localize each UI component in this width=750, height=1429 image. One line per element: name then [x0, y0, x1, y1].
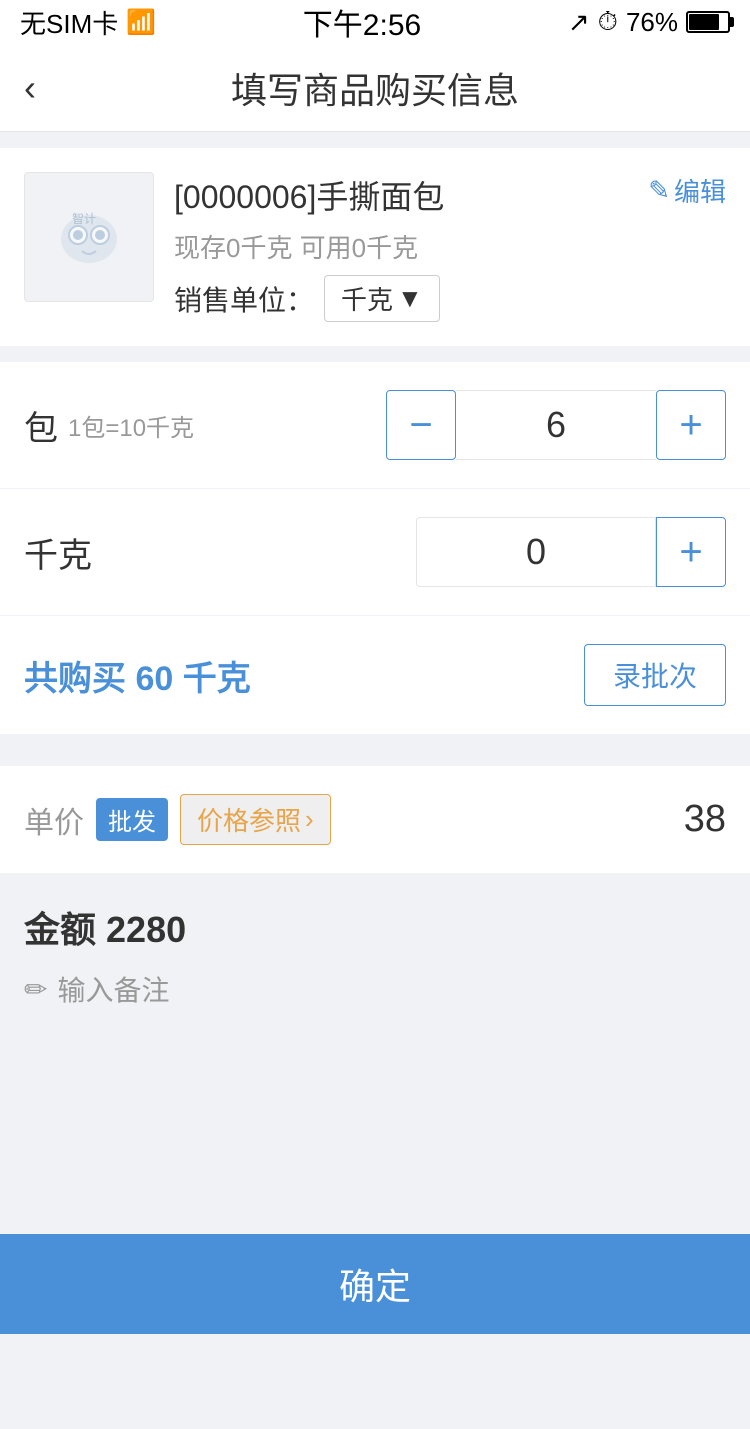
price-section: 单价 批发 价格参照 › 38: [0, 766, 750, 873]
remark-label: 输入备注: [57, 969, 169, 1009]
amount-value: 2280: [106, 909, 186, 950]
unit-select[interactable]: 千克 ▼: [324, 275, 440, 322]
edit-icon: ✎: [648, 175, 670, 206]
back-button[interactable]: ‹: [24, 67, 36, 109]
product-stock: 现存0千克 可用0千克: [174, 228, 726, 265]
price-ref-button[interactable]: 价格参照 ›: [180, 794, 331, 845]
qty-controls-pack: − +: [386, 390, 726, 460]
section-divider-1: [0, 346, 750, 362]
quantity-section: 包 1包=10千克 − + 千克 +: [0, 362, 750, 616]
increment-pack-button[interactable]: +: [656, 390, 726, 460]
remark-row[interactable]: ✏ 输入备注: [24, 969, 726, 1029]
battery-percent: 76%: [626, 7, 678, 38]
qty-hint-pack: 1包=10千克: [68, 408, 386, 443]
nav-bar: ‹ 填写商品购买信息: [0, 44, 750, 132]
total-text: 共购买 60 千克: [24, 651, 251, 700]
unit-value: 千克: [341, 280, 393, 317]
product-image: 智计: [24, 172, 154, 302]
status-bar: 无SIM卡 📶 下午2:56 ↗ ⏱ 76%: [0, 0, 750, 44]
unit-dropdown-icon: ▼: [397, 283, 423, 314]
product-name: [0000006]手撕面包: [174, 172, 726, 218]
qty-label-pack: 包: [24, 401, 58, 450]
price-ref-arrow-icon: ›: [305, 804, 314, 835]
edit-button[interactable]: ✎ 编辑: [648, 172, 726, 209]
svg-text:智计: 智计: [72, 211, 96, 226]
gps-icon: ↗: [568, 7, 590, 38]
quantity-row-kg: 千克 +: [0, 489, 750, 616]
total-row: 共购买 60 千克 录批次: [0, 616, 750, 734]
battery-fill: [689, 14, 719, 30]
qty-input-pack[interactable]: [456, 390, 656, 460]
amount-row: 金额 2280: [24, 901, 726, 953]
price-value: 38: [684, 798, 726, 841]
amount-section: 金额 2280 ✏ 输入备注: [0, 873, 750, 1029]
increment-kg-button[interactable]: +: [656, 517, 726, 587]
bottom-space: [0, 1029, 750, 1429]
amount-label: 金额: [24, 909, 96, 950]
price-tag-wholesale: 批发: [96, 798, 168, 841]
product-unit-row: 销售单位： 千克 ▼: [174, 275, 726, 322]
unit-label: 销售单位：: [174, 279, 314, 319]
total-value: 60: [135, 660, 173, 698]
total-unit: 千克: [183, 660, 251, 698]
price-label: 单价: [24, 798, 84, 842]
product-info: [0000006]手撕面包 现存0千克 可用0千克 销售单位： 千克 ▼: [174, 172, 726, 322]
page-title: 填写商品购买信息: [231, 62, 519, 114]
status-right: ↗ ⏱ 76%: [568, 6, 730, 38]
wifi-icon: 📶: [126, 8, 156, 37]
qty-controls-kg: +: [416, 517, 726, 587]
quantity-row-pack: 包 1包=10千克 − +: [0, 362, 750, 489]
price-ref-label: 价格参照: [197, 801, 301, 838]
pencil-icon: ✏: [24, 973, 47, 1006]
product-logo-icon: 智计: [54, 207, 124, 267]
qty-input-kg[interactable]: [416, 517, 656, 587]
battery-icon: [686, 11, 730, 33]
status-left: 无SIM卡 📶: [20, 4, 156, 41]
section-divider-2: [0, 734, 750, 750]
confirm-button[interactable]: 确定: [0, 1234, 750, 1334]
batch-button[interactable]: 录批次: [584, 644, 726, 706]
edit-label: 编辑: [674, 172, 726, 209]
carrier-label: 无SIM卡: [20, 4, 118, 41]
decrement-pack-button[interactable]: −: [386, 390, 456, 460]
product-section: 智计 [0000006]手撕面包 现存0千克 可用0千克 销售单位： 千克 ▼: [0, 148, 750, 346]
total-label: 共购买: [24, 660, 135, 698]
alarm-icon: ⏱: [598, 6, 618, 38]
status-time: 下午2:56: [303, 0, 421, 44]
qty-label-kg: 千克: [24, 528, 92, 577]
